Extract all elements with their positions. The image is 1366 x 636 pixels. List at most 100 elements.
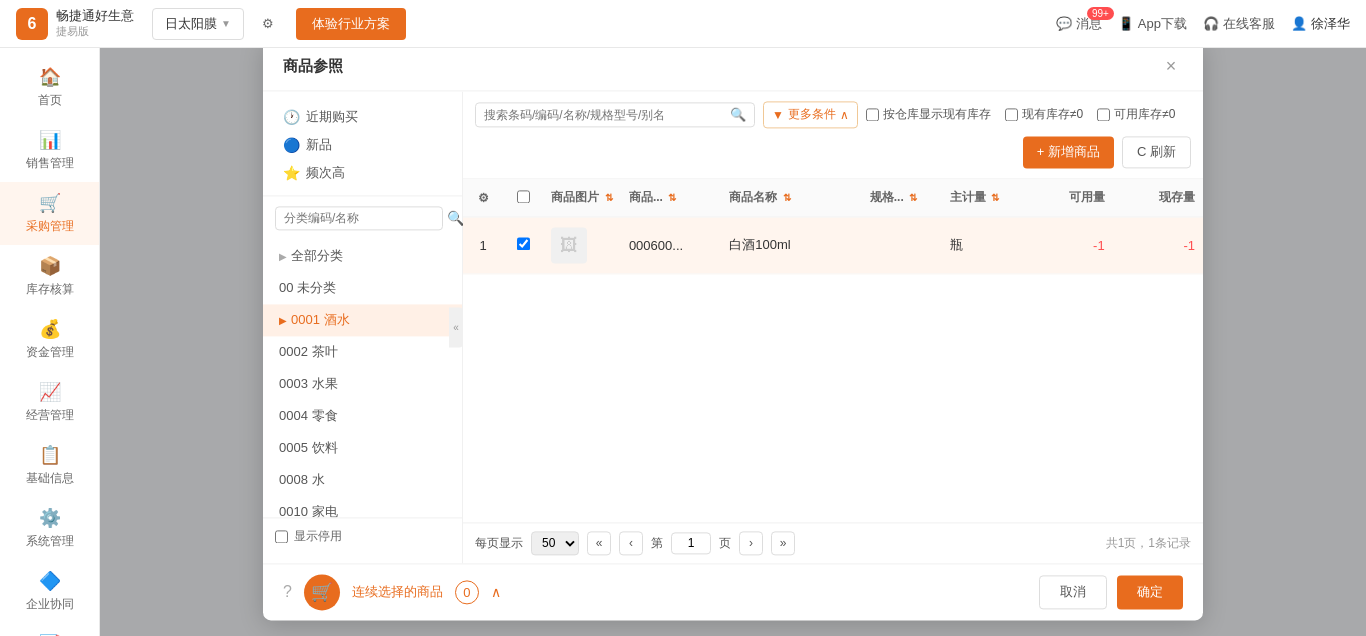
filter-label: 更多条件 (788, 106, 836, 123)
col-img-label: 商品图片 (551, 190, 599, 204)
cancel-button[interactable]: 取消 (1039, 575, 1107, 609)
cat-label-tea: 0002 茶叶 (279, 343, 338, 361)
logo-sub: 捷易版 (56, 24, 134, 39)
sidebar-label-collab: 企业协同 (26, 596, 74, 613)
app-download-btn[interactable]: 📱 App下载 (1118, 15, 1187, 33)
experience-button[interactable]: 体验行业方案 (296, 8, 406, 40)
col-header-spec[interactable]: 规格... ⇅ (862, 179, 942, 217)
row-stock-cell: -1 (1113, 217, 1203, 274)
select-count-badge: 0 (455, 580, 479, 604)
new-icon: 🔵 (283, 137, 300, 153)
col-header-stock[interactable]: 现存量 (1113, 179, 1203, 217)
checkbox-warehouse[interactable] (866, 108, 879, 121)
sidebar-item-collab[interactable]: 🔷 企业协同 (0, 560, 99, 623)
col-header-code[interactable]: 商品... ⇅ (621, 179, 721, 217)
product-search-input[interactable] (484, 108, 726, 122)
modal-title: 商品参照 (283, 57, 343, 76)
cat-item-fruit[interactable]: 0003 水果 (263, 368, 462, 400)
category-list: ▶ 全部分类 00 未分类 ▶ 0001 酒水 0002 茶叶 (263, 236, 462, 517)
product-table-wrap: ⚙ 商品图片 ⇅ 商品... ⇅ (463, 179, 1203, 522)
panel-collapse-button[interactable]: « (449, 307, 463, 347)
store-dropdown[interactable]: 日太阳膜 ▼ (152, 8, 244, 40)
page-number-input[interactable] (671, 532, 711, 554)
sidebar-item-inventory[interactable]: 📦 库存核算 (0, 245, 99, 308)
row-unit-cell: 瓶 (942, 217, 1022, 274)
cart-button[interactable]: 🛒 (304, 574, 340, 610)
sidebar-item-operations[interactable]: 📈 经营管理 (0, 371, 99, 434)
home-icon: 🏠 (39, 66, 61, 88)
category-search-icon[interactable]: 🔍 (447, 210, 464, 226)
checkbox-available-wrap[interactable]: 现有库存≠0 (1005, 106, 1083, 123)
checkbox-available[interactable] (1005, 108, 1018, 121)
quick-filter-frequent[interactable]: ⭐ 频次高 (275, 159, 450, 187)
sales-icon: 📊 (39, 129, 61, 151)
more-filter-button[interactable]: ▼ 更多条件 ∧ (763, 101, 858, 128)
online-service-btn[interactable]: 🎧 在线客服 (1203, 15, 1275, 33)
checkbox-usable-wrap[interactable]: 可用库存≠0 (1097, 106, 1175, 123)
col-header-unit[interactable]: 主计量 ⇅ (942, 179, 1022, 217)
footer-collapse-icon[interactable]: ∧ (491, 584, 501, 600)
quick-filter-new[interactable]: 🔵 新品 (275, 131, 450, 159)
cat-item-appliance[interactable]: 0010 家电 (263, 496, 462, 517)
per-page-label: 每页显示 (475, 535, 523, 552)
help-button[interactable]: ? (283, 583, 292, 601)
select-all-checkbox[interactable] (517, 190, 530, 203)
sidebar-label-system: 系统管理 (26, 533, 74, 550)
sidebar-label-basic: 基础信息 (26, 470, 74, 487)
row-checkbox[interactable] (517, 237, 530, 250)
product-image: 🖼 (551, 227, 587, 263)
cat-item-snack[interactable]: 0004 零食 (263, 400, 462, 432)
user-menu[interactable]: 👤 徐泽华 (1291, 15, 1350, 33)
sort-icon-name: ⇅ (783, 192, 791, 203)
user-avatar: 👤 (1291, 16, 1307, 31)
confirm-button[interactable]: 确定 (1117, 575, 1183, 609)
sidebar-item-basic[interactable]: 📋 基础信息 (0, 434, 99, 497)
content-area: 商品参照 × 🕐 近期购买 🔵 新品 (100, 48, 1366, 636)
next-page-button[interactable]: › (739, 531, 763, 555)
cat-item-beverage[interactable]: 0005 饮料 (263, 432, 462, 464)
table-row[interactable]: 1 🖼 000600... 白酒100ml 瓶 -1 (463, 217, 1203, 274)
cat-item-liquor[interactable]: ▶ 0001 酒水 (263, 304, 462, 336)
cat-item-water[interactable]: 0008 水 (263, 464, 462, 496)
last-page-button[interactable]: » (771, 531, 795, 555)
col-header-name[interactable]: 商品名称 ⇅ (721, 179, 862, 217)
checkbox-usable[interactable] (1097, 108, 1110, 121)
sidebar-item-finance[interactable]: 💰 资金管理 (0, 308, 99, 371)
category-search-input[interactable] (275, 206, 443, 230)
sidebar-item-purchase[interactable]: 🛒 采购管理 (0, 182, 99, 245)
messages-btn[interactable]: 💬 消息 99+ (1056, 15, 1102, 33)
prev-page-button[interactable]: ‹ (619, 531, 643, 555)
col-header-img[interactable]: 商品图片 ⇅ (543, 179, 621, 217)
logo-area: 6 畅捷通好生意 捷易版 (16, 8, 136, 40)
checkbox-warehouse-wrap[interactable]: 按仓库显示现有库存 (866, 106, 991, 123)
product-search-icon[interactable]: 🔍 (730, 107, 746, 122)
first-page-button[interactable]: « (587, 531, 611, 555)
checkbox-warehouse-label: 按仓库显示现有库存 (883, 106, 991, 123)
col-header-settings[interactable]: ⚙ (463, 179, 503, 217)
per-page-select[interactable]: 50 (531, 531, 579, 555)
sidebar-item-sales[interactable]: 📊 销售管理 (0, 119, 99, 182)
cat-label-water: 0008 水 (279, 471, 325, 489)
sidebar-item-system[interactable]: ⚙️ 系统管理 (0, 497, 99, 560)
sidebar-item-home[interactable]: 🏠 首页 (0, 56, 99, 119)
logo-icon: 6 (16, 8, 48, 40)
add-product-button[interactable]: + 新增商品 (1023, 136, 1114, 168)
col-header-avail[interactable]: 可用量 (1022, 179, 1112, 217)
cat-item-all[interactable]: ▶ 全部分类 (263, 240, 462, 272)
sort-icon-spec: ⇅ (909, 192, 917, 203)
refresh-button[interactable]: C 刷新 (1122, 136, 1191, 168)
cat-label-fruit: 0003 水果 (279, 375, 338, 393)
quick-filter-recent[interactable]: 🕐 近期购买 (275, 103, 450, 131)
modal-body: 🕐 近期购买 🔵 新品 ⭐ 频次高 (263, 91, 1203, 563)
sidebar-item-guide[interactable]: 📝 新手引导 (0, 623, 99, 636)
show-disabled-checkbox[interactable] (275, 530, 288, 543)
modal-close-button[interactable]: × (1159, 54, 1183, 78)
row-checkbox-cell[interactable] (503, 217, 543, 274)
purchase-icon: 🛒 (39, 192, 61, 214)
cat-item-uncategorized[interactable]: 00 未分类 (263, 272, 462, 304)
filter-icon: ▼ (772, 108, 784, 122)
settings-button[interactable]: ⚙ (252, 8, 284, 40)
sidebar-label-purchase: 采购管理 (26, 218, 74, 235)
col-header-checkbox[interactable] (503, 179, 543, 217)
cat-item-tea[interactable]: 0002 茶叶 (263, 336, 462, 368)
